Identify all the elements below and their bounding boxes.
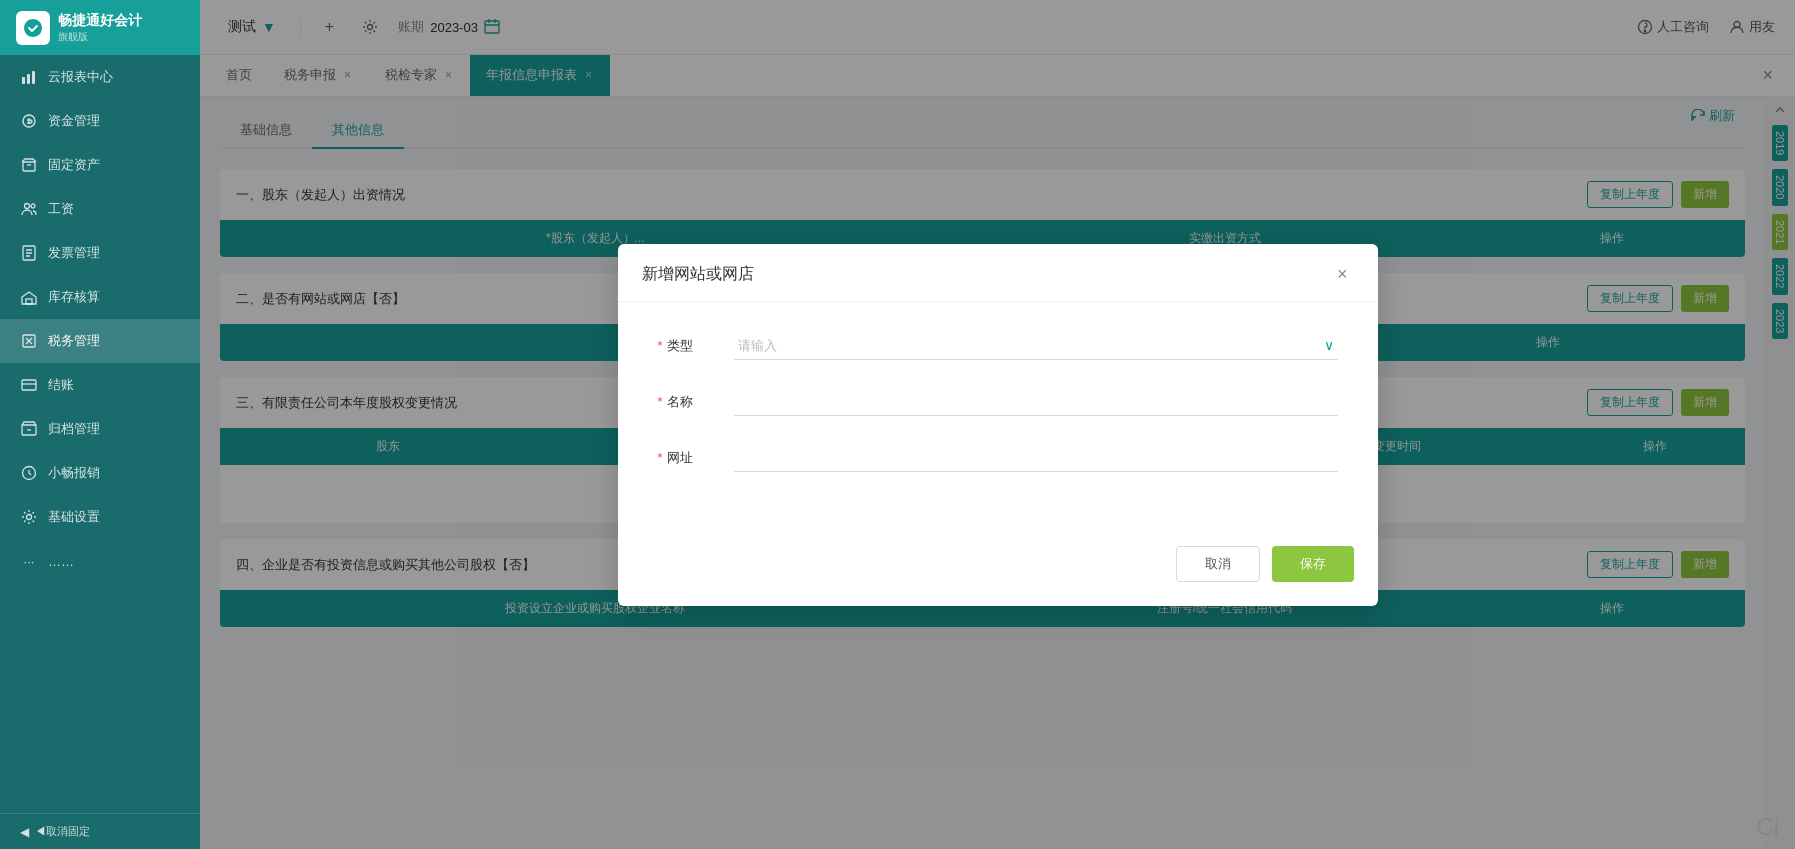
url-input-wrap <box>734 444 1338 472</box>
url-input[interactable] <box>734 444 1338 471</box>
report-icon <box>20 464 38 482</box>
modal-footer: 取消 保存 <box>618 530 1378 606</box>
coin-icon <box>20 112 38 130</box>
sidebar-item-report[interactable]: 小畅报销 <box>0 451 200 495</box>
cancel-btn[interactable]: 取消 <box>1176 546 1260 582</box>
sidebar-item-more[interactable]: ··· …… <box>0 539 200 583</box>
name-input-wrap <box>734 388 1338 416</box>
sidebar-item-invoice[interactable]: 发票管理 <box>0 231 200 275</box>
sidebar: 畅捷通好会计 旗舰版 云报表中心 资金管理 固定资产 <box>0 0 200 849</box>
type-input-wrap: ∨ <box>734 332 1338 360</box>
sidebar-item-fund[interactable]: 资金管理 <box>0 99 200 143</box>
sidebar-item-tax-mgmt[interactable]: 税务管理 <box>0 319 200 363</box>
svg-point-5 <box>25 204 30 209</box>
left-arrow-icon: ◀ <box>20 825 29 839</box>
svg-point-6 <box>31 204 35 208</box>
modal-overlay: 新增网站或网店 × * 类型 ∨ <box>200 0 1795 849</box>
svg-rect-10 <box>22 380 36 390</box>
archive-icon <box>20 420 38 438</box>
modal-add-website: 新增网站或网店 × * 类型 ∨ <box>618 244 1378 606</box>
more-icon: ··· <box>20 552 38 570</box>
box-icon <box>20 156 38 174</box>
form-field-type: * 类型 ∨ <box>658 332 1338 360</box>
logo-text: 畅捷通好会计 旗舰版 <box>58 12 142 44</box>
name-label: * 名称 <box>658 393 718 411</box>
modal-header: 新增网站或网店 × <box>618 244 1378 302</box>
people-icon <box>20 200 38 218</box>
type-label: * 类型 <box>658 337 718 355</box>
sidebar-item-archive[interactable]: 归档管理 <box>0 407 200 451</box>
logo-icon <box>16 11 50 45</box>
name-input[interactable] <box>734 388 1338 415</box>
svg-rect-1 <box>27 74 30 84</box>
tax-icon <box>20 332 38 350</box>
modal-title: 新增网站或网店 <box>642 264 754 285</box>
sidebar-item-cloud-report[interactable]: 云报表中心 <box>0 55 200 99</box>
app-logo: 畅捷通好会计 旗舰版 <box>0 0 200 55</box>
modal-body: * 类型 ∨ * 名称 <box>618 302 1378 530</box>
form-field-url: * 网址 <box>658 444 1338 472</box>
sidebar-item-settings[interactable]: 基础设置 <box>0 495 200 539</box>
svg-rect-4 <box>23 162 35 171</box>
modal-close-btn[interactable]: × <box>1331 262 1354 287</box>
invoice-icon <box>20 244 38 262</box>
form-field-name: * 名称 <box>658 388 1338 416</box>
sidebar-item-salary[interactable]: 工资 <box>0 187 200 231</box>
svg-rect-2 <box>32 71 35 84</box>
svg-rect-8 <box>26 299 32 304</box>
cancel-fixed-btn[interactable]: ◀ ◀取消固定 <box>0 813 200 849</box>
sidebar-item-checkout[interactable]: 结账 <box>0 363 200 407</box>
chart-bar-icon <box>20 68 38 86</box>
svg-rect-0 <box>22 77 25 84</box>
save-btn[interactable]: 保存 <box>1272 546 1354 582</box>
svg-point-13 <box>27 515 32 520</box>
settings-icon <box>20 508 38 526</box>
warehouse-icon <box>20 288 38 306</box>
sidebar-item-inventory[interactable]: 库存核算 <box>0 275 200 319</box>
url-label: * 网址 <box>658 449 718 467</box>
sidebar-item-fixed-asset[interactable]: 固定资产 <box>0 143 200 187</box>
checkout-icon <box>20 376 38 394</box>
type-input[interactable] <box>734 332 1320 359</box>
type-dropdown-icon[interactable]: ∨ <box>1320 337 1338 353</box>
